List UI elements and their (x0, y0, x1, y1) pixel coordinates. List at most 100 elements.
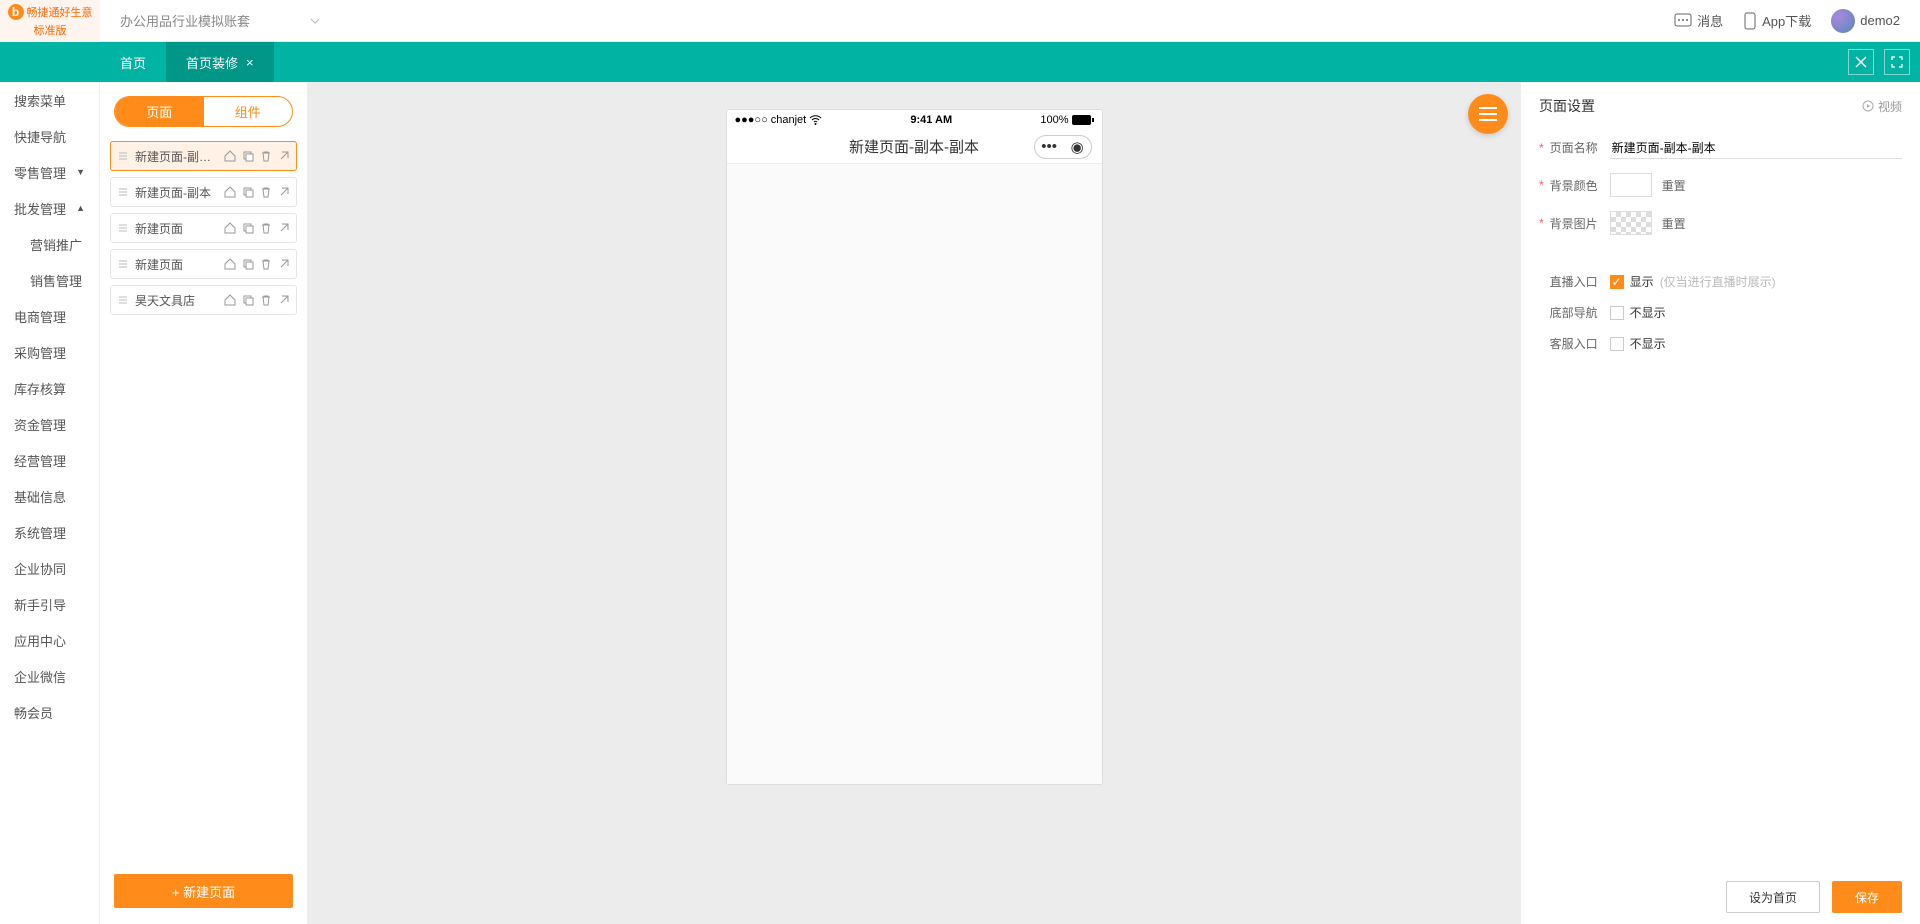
delete-icon[interactable] (260, 222, 272, 234)
delete-icon[interactable] (260, 294, 272, 306)
logo-edition: 标准版 (34, 22, 67, 38)
drag-icon[interactable] (117, 186, 129, 198)
copy-icon[interactable] (242, 222, 254, 234)
bg-image-reset[interactable]: 重置 (1662, 215, 1686, 232)
page-list-pane: 页面 组件 新建页面-副本...新建页面-副本新建页面新建页面昊天文具店 + 新… (100, 82, 308, 924)
service-checkbox[interactable] (1610, 337, 1624, 351)
page-list-item-2[interactable]: 新建页面 (110, 213, 297, 243)
avatar (1831, 9, 1855, 33)
sidebar: 搜索菜单快捷导航零售管理▼批发管理▲营销推广销售管理电商管理采购管理库存核算资金… (0, 82, 100, 924)
app-download-button[interactable]: App下载 (1743, 11, 1811, 30)
share-icon[interactable] (278, 258, 290, 270)
live-show-checkbox[interactable]: ✓ (1610, 275, 1624, 289)
share-icon[interactable] (278, 222, 290, 234)
field-live-entry: *直播入口 ✓ 显示 (仅当进行直播时展示) (1539, 273, 1902, 290)
sidebar-item-8[interactable]: 库存核算 (0, 370, 99, 406)
sidebar-item-9[interactable]: 资金管理 (0, 406, 99, 442)
sidebar-item-17[interactable]: 畅会员 (0, 694, 99, 730)
bg-image-swatch[interactable] (1610, 211, 1652, 235)
copy-icon[interactable] (242, 258, 254, 270)
video-help-link[interactable]: 视频 (1862, 98, 1902, 115)
sidebar-item-13[interactable]: 企业协同 (0, 550, 99, 586)
save-button[interactable]: 保存 (1832, 881, 1902, 913)
drag-icon[interactable] (117, 222, 129, 234)
share-icon[interactable] (278, 294, 290, 306)
sidebar-item-14[interactable]: 新手引导 (0, 586, 99, 622)
delete-icon[interactable] (260, 186, 272, 198)
field-page-name: *页面名称 (1539, 136, 1902, 159)
more-icon: ••• (1041, 138, 1057, 155)
hamburger-icon (1479, 113, 1497, 115)
bg-color-reset[interactable]: 重置 (1662, 177, 1686, 194)
page-list-item-4[interactable]: 昊天文具店 (110, 285, 297, 315)
sidebar-item-2[interactable]: 零售管理▼ (0, 154, 99, 190)
logo-brand: 畅捷通好生意 (27, 4, 93, 20)
segment-page[interactable]: 页面 (115, 97, 204, 126)
sidebar-item-10[interactable]: 经营管理 (0, 442, 99, 478)
page-name-input[interactable] (1610, 136, 1902, 159)
close-all-tabs-button[interactable] (1848, 49, 1874, 75)
segment-component[interactable]: 组件 (204, 97, 293, 126)
user-menu[interactable]: demo2 (1831, 9, 1900, 33)
copy-icon[interactable] (242, 186, 254, 198)
battery-icon (1072, 115, 1094, 125)
page-list-item-0[interactable]: 新建页面-副本... (110, 141, 297, 171)
tab-bar: 首页 首页装修× (0, 42, 1920, 82)
sidebar-item-1[interactable]: 快捷导航 (0, 118, 99, 154)
home-icon[interactable] (224, 150, 236, 162)
field-bg-color: *背景颜色 重置 (1539, 173, 1902, 197)
segment-control[interactable]: 页面 组件 (114, 96, 293, 127)
tab-home[interactable]: 首页 (100, 42, 166, 82)
sidebar-item-5[interactable]: 销售管理 (0, 262, 99, 298)
sidebar-item-12[interactable]: 系统管理 (0, 514, 99, 550)
bg-color-swatch[interactable] (1610, 173, 1652, 197)
messages-button[interactable]: 消息 (1674, 11, 1723, 30)
delete-icon[interactable] (260, 150, 272, 162)
share-icon[interactable] (278, 150, 290, 162)
home-icon[interactable] (224, 222, 236, 234)
sidebar-item-16[interactable]: 企业微信 (0, 658, 99, 694)
sidebar-item-15[interactable]: 应用中心 (0, 622, 99, 658)
home-icon[interactable] (224, 186, 236, 198)
home-icon[interactable] (224, 258, 236, 270)
wifi-icon (809, 115, 822, 125)
sidebar-item-4[interactable]: 营销推广 (0, 226, 99, 262)
phone-preview: ●●●○○ chanjet 9:41 AM 100% 新建页面-副本-副本 ••… (727, 110, 1102, 784)
sidebar-item-6[interactable]: 电商管理 (0, 298, 99, 334)
sidebar-item-0[interactable]: 搜索菜单 (0, 82, 99, 118)
phone-page-title: 新建页面-副本-副本 (849, 136, 979, 157)
mini-program-controls[interactable]: ••• ◉ (1034, 135, 1092, 159)
share-icon[interactable] (278, 186, 290, 198)
set-home-button[interactable]: 设为首页 (1726, 881, 1820, 913)
page-list-item-1[interactable]: 新建页面-副本 (110, 177, 297, 207)
x-icon (1855, 56, 1867, 68)
phone-icon (1743, 12, 1757, 30)
bottom-nav-checkbox[interactable] (1610, 306, 1624, 320)
logo: b畅捷通好生意 标准版 (0, 0, 100, 42)
sidebar-item-3[interactable]: 批发管理▲ (0, 190, 99, 226)
sidebar-item-7[interactable]: 采购管理 (0, 334, 99, 370)
field-service-entry: *客服入口 不显示 (1539, 335, 1902, 352)
close-icon[interactable]: × (246, 56, 254, 69)
phone-content-area (727, 164, 1102, 784)
component-drawer-toggle[interactable] (1468, 94, 1508, 134)
top-right: 消息 App下载 demo2 (1674, 9, 1900, 33)
preview-canvas: ●●●○○ chanjet 9:41 AM 100% 新建页面-副本-副本 ••… (308, 82, 1520, 924)
new-page-button[interactable]: + 新建页面 (114, 874, 293, 908)
copy-icon[interactable] (242, 294, 254, 306)
chevron-down-icon (310, 16, 320, 26)
sidebar-item-11[interactable]: 基础信息 (0, 478, 99, 514)
field-bg-image: *背景图片 重置 (1539, 211, 1902, 235)
drag-icon[interactable] (117, 294, 129, 306)
home-icon[interactable] (224, 294, 236, 306)
drag-icon[interactable] (117, 150, 129, 162)
page-list: 新建页面-副本...新建页面-副本新建页面新建页面昊天文具店 (100, 141, 307, 858)
expand-icon (1891, 56, 1903, 68)
tab-home-decoration[interactable]: 首页装修× (166, 42, 274, 82)
delete-icon[interactable] (260, 258, 272, 270)
tenant-dropdown[interactable]: 办公用品行业模拟账套 (120, 11, 320, 30)
page-list-item-3[interactable]: 新建页面 (110, 249, 297, 279)
copy-icon[interactable] (242, 150, 254, 162)
drag-icon[interactable] (117, 258, 129, 270)
fullscreen-button[interactable] (1884, 49, 1910, 75)
